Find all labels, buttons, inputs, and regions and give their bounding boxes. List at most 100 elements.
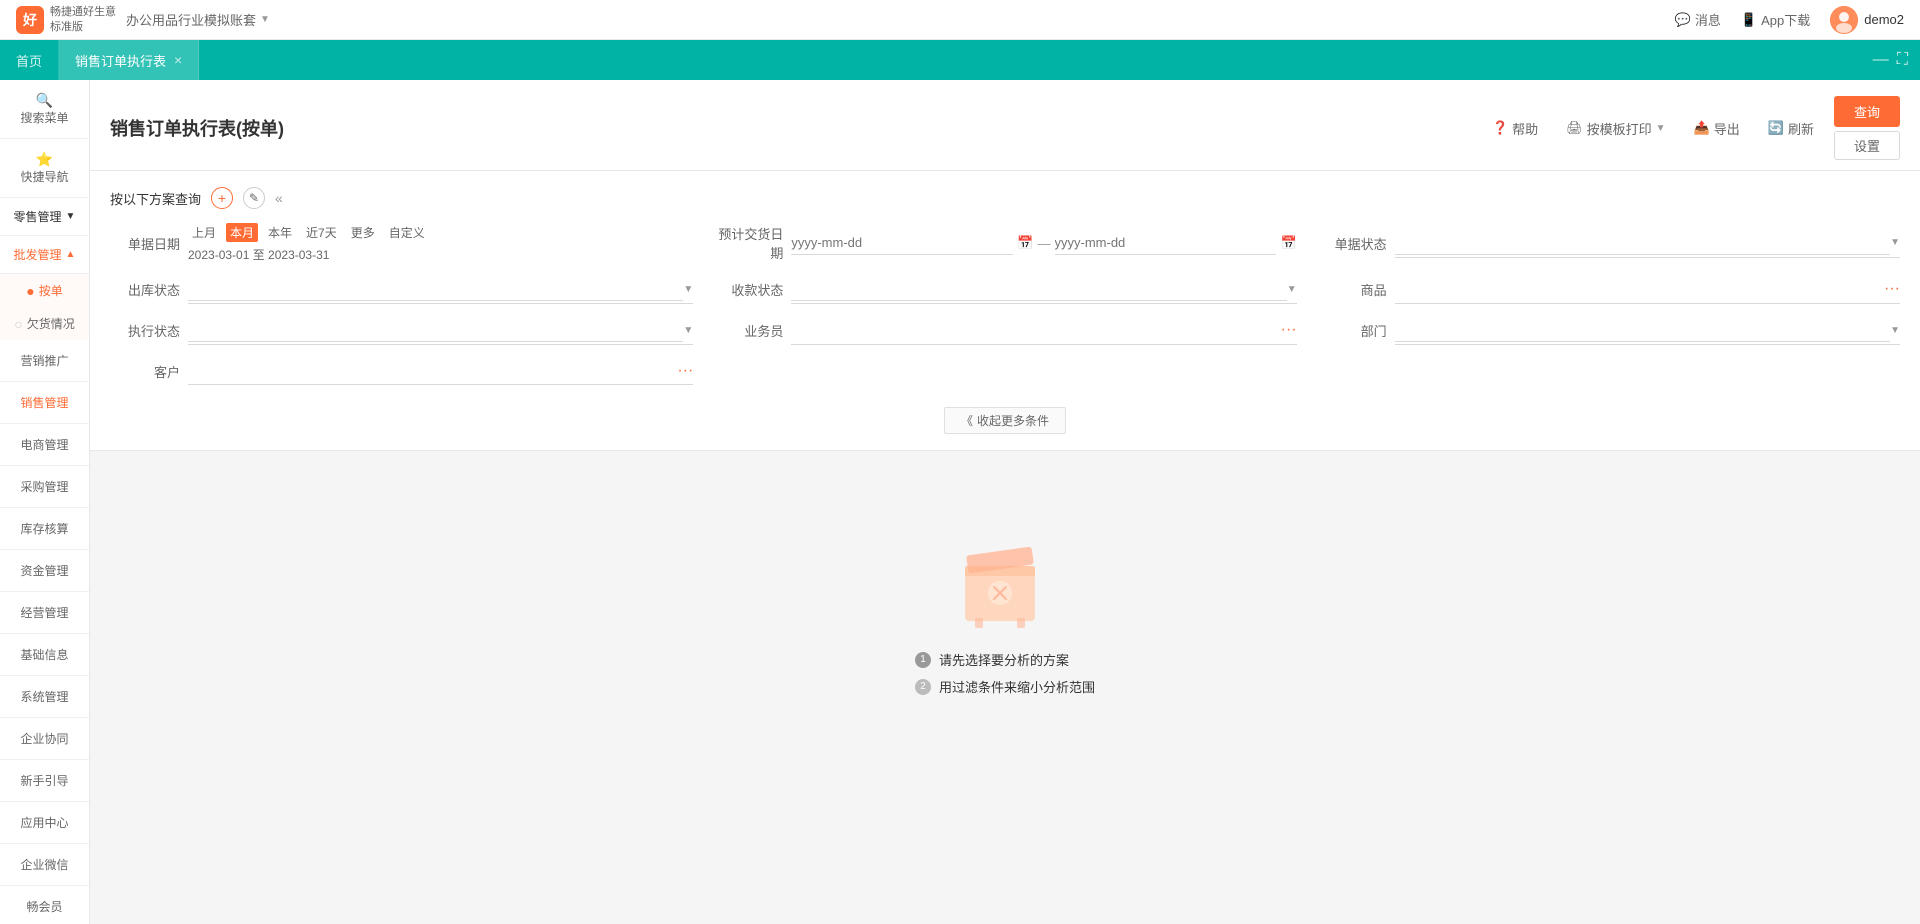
app-icon: 📱 <box>1741 12 1757 28</box>
sidebar-item-purchase[interactable]: 采购管理 <box>0 466 89 508</box>
shortcut-自定义[interactable]: 自定义 <box>385 223 429 242</box>
shortcut-近7天[interactable]: 近7天 <box>302 223 341 242</box>
empty-step1: 1 请先选择要分析的方案 <box>915 650 1095 669</box>
商品-more-icon[interactable]: ··· <box>1884 280 1900 298</box>
sidebar-sub-wholesale: ● 按单 ○ 欠货情况 <box>0 274 89 340</box>
filter-出库状态-select[interactable] <box>188 277 683 301</box>
业务员-more-icon[interactable]: ··· <box>1281 321 1297 339</box>
page-actions: ❓ 帮助 🖨 按模板打印 ▼ 📤 导出 🔄 刷新 查询 <box>1484 96 1900 160</box>
retail-chevron-icon: ▼ <box>66 211 76 222</box>
company-dropdown-icon: ▼ <box>260 14 270 25</box>
avatar <box>1830 6 1858 34</box>
filter-执行状态-select[interactable] <box>188 318 683 342</box>
sidebar-item-newbie[interactable]: 新手引导 <box>0 760 89 802</box>
filter-row-4: 客户 ··· <box>110 357 1900 385</box>
sidebar-item-wholesale[interactable]: 批发管理 ▲ <box>0 236 89 274</box>
客户-more-icon[interactable]: ··· <box>677 362 693 380</box>
active-tab[interactable]: 销售订单执行表 × <box>59 40 199 80</box>
filter-商品-input[interactable] <box>1395 278 1884 301</box>
step1-text: 请先选择要分析的方案 <box>939 650 1069 669</box>
user-area[interactable]: demo2 <box>1830 6 1904 34</box>
filter-section-title: 按以下方案查询 <box>110 189 201 208</box>
shortcut-本年[interactable]: 本年 <box>264 223 296 242</box>
logo-line2: 标准版 <box>50 20 116 34</box>
filter-label-单据状态: 单据状态 <box>1317 234 1387 253</box>
filter-label-预计交货日期: 预计交货日期 <box>713 224 783 262</box>
filter-客户-wrapper: ··· <box>188 357 693 385</box>
shortcut-更多[interactable]: 更多 <box>347 223 379 242</box>
topbar-left: 好 畅捷通好生意 标准版 办公用品行业模拟账套 ▼ <box>16 5 270 34</box>
sidebar-item-retail[interactable]: 零售管理 ▼ <box>0 198 89 236</box>
maximize-icon[interactable]: ⛶ <box>1897 51 1908 69</box>
filter-row-3: 执行状态 ▼ 业务员 ··· 部门 <box>110 316 1900 345</box>
home-tab[interactable]: 首页 <box>0 40 59 80</box>
filter-section-header: 按以下方案查询 + ✎ « <box>110 187 1900 209</box>
sidebar-sub-按单[interactable]: ● 按单 <box>0 274 89 307</box>
app-download-label: App下载 <box>1761 10 1810 29</box>
collapse-button[interactable]: 《 收起更多条件 <box>944 407 1066 434</box>
sidebar-item-wechat[interactable]: 企业微信 <box>0 844 89 886</box>
sidebar-quick-nav[interactable]: ⭐ 快捷导航 <box>0 139 89 198</box>
filter-date-range-预计交货: 📅 — 📅 <box>791 231 1296 255</box>
filter-edit-button[interactable]: ✎ <box>243 187 265 209</box>
sidebar-item-basic-info[interactable]: 基础信息 <box>0 634 89 676</box>
company-select[interactable]: 办公用品行业模拟账套 ▼ <box>126 10 270 29</box>
filter-业务员-input[interactable] <box>791 319 1280 342</box>
empty-step2: 2 用过滤条件来缩小分析范围 <box>915 677 1095 696</box>
sidebar-item-marketing[interactable]: 营销推广 <box>0 340 89 382</box>
search-group: 查询 设置 <box>1834 96 1900 160</box>
filter-collapse-left-button[interactable]: « <box>275 190 283 206</box>
filter-部门-select[interactable] <box>1395 318 1890 342</box>
filter-单据状态-select[interactable] <box>1395 231 1890 255</box>
calendar-end-icon[interactable]: 📅 <box>1280 235 1296 251</box>
filter-客户: 客户 ··· <box>110 357 693 385</box>
sidebar-search-menu[interactable]: 🔍 搜索菜单 <box>0 80 89 139</box>
filter-add-button[interactable]: + <box>211 187 233 209</box>
settings-button[interactable]: 设置 <box>1834 131 1900 160</box>
refresh-button[interactable]: 🔄 刷新 <box>1760 115 1822 142</box>
search-button[interactable]: 查询 <box>1834 96 1900 127</box>
filter-单据日期: 单据日期 上月 本月 本年 近7天 更多 自定义 2023-03-01 至 20… <box>110 223 693 263</box>
export-button[interactable]: 📤 导出 <box>1686 115 1748 142</box>
按单-icon: ● <box>26 283 34 299</box>
help-button[interactable]: ❓ 帮助 <box>1484 115 1546 142</box>
minimize-icon[interactable]: — <box>1873 51 1889 69</box>
filter-客户-input[interactable] <box>188 359 677 382</box>
filter-label-客户: 客户 <box>110 362 180 381</box>
sidebar-item-ecommerce[interactable]: 电商管理 <box>0 424 89 466</box>
messages-button[interactable]: 💬 消息 <box>1675 10 1721 29</box>
filter-收款状态: 收款状态 ▼ <box>713 275 1296 304</box>
topbar-right: 💬 消息 📱 App下载 demo2 <box>1675 6 1904 34</box>
shortcut-上月[interactable]: 上月 <box>188 223 220 242</box>
tab-close-icon[interactable]: × <box>174 53 182 67</box>
sidebar-item-finance[interactable]: 资金管理 <box>0 550 89 592</box>
calendar-start-icon[interactable]: 📅 <box>1017 235 1033 251</box>
nav-tab-actions: — ⛶ <box>1861 40 1920 80</box>
filter-单据状态-wrapper: ▼ <box>1395 229 1900 258</box>
sidebar-item-sales[interactable]: 销售管理 <box>0 382 89 424</box>
print-button[interactable]: 🖨 按模板打印 ▼ <box>1558 115 1673 142</box>
filter-收款状态-wrapper: ▼ <box>791 275 1296 304</box>
sidebar-item-operations[interactable]: 经营管理 <box>0 592 89 634</box>
collapse-more: 《 收起更多条件 <box>110 397 1900 434</box>
refresh-icon: 🔄 <box>1768 120 1784 136</box>
sidebar-sub-欠货情况[interactable]: ○ 欠货情况 <box>0 307 89 340</box>
app-download-button[interactable]: 📱 App下载 <box>1741 10 1810 29</box>
sidebar-item-system[interactable]: 系统管理 <box>0 676 89 718</box>
nav-tabs: 首页 销售订单执行表 × — ⛶ <box>0 40 1920 80</box>
sidebar-item-app-center[interactable]: 应用中心 <box>0 802 89 844</box>
filter-panel: 按以下方案查询 + ✎ « 单据日期 上月 本月 本年 近7天 <box>90 171 1920 451</box>
sidebar-item-inventory[interactable]: 库存核算 <box>0 508 89 550</box>
filter-label-收款状态: 收款状态 <box>713 280 783 299</box>
sidebar-item-member[interactable]: 畅会员 <box>0 886 89 924</box>
shortcut-本月[interactable]: 本月 <box>226 223 258 242</box>
print-icon: 🖨 <box>1566 120 1583 136</box>
filter-收款状态-select[interactable] <box>791 277 1286 301</box>
filter-start-date-input[interactable] <box>791 231 1013 255</box>
filter-部门: 部门 ▼ <box>1317 316 1900 345</box>
logo-icon: 好 <box>16 6 44 34</box>
filter-end-date-input[interactable] <box>1055 231 1277 255</box>
sidebar-item-enterprise[interactable]: 企业协同 <box>0 718 89 760</box>
filter-row-2: 出库状态 ▼ 收款状态 ▼ 商品 <box>110 275 1900 304</box>
empty-illustration <box>945 531 1065 634</box>
